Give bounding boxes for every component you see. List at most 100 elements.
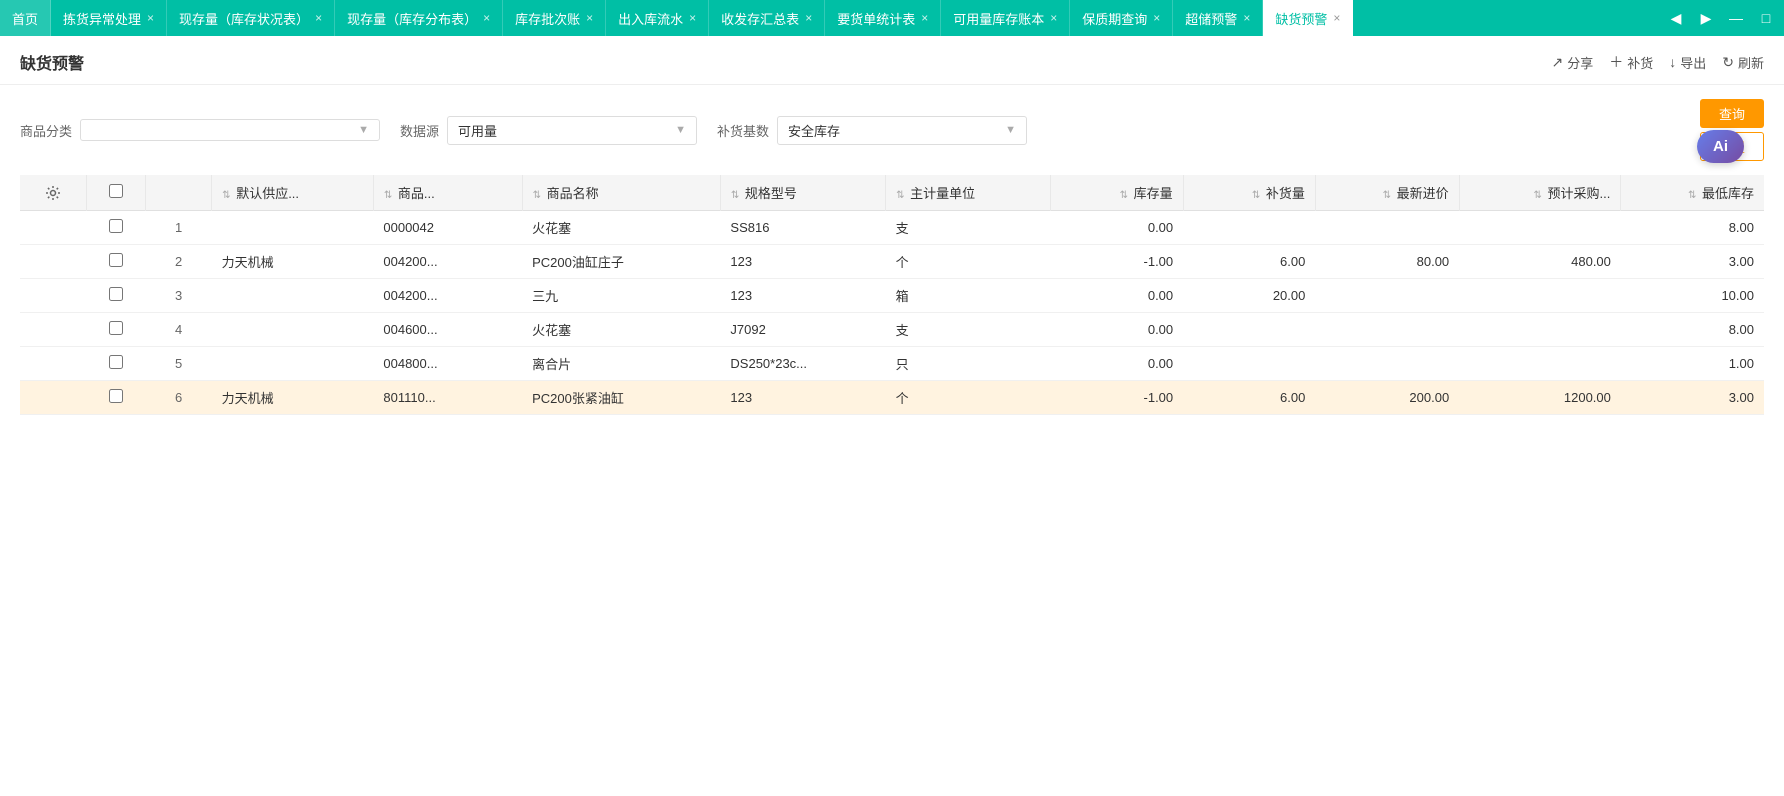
row-spec: 123 [720,279,885,313]
nav-next-button[interactable]: ▶ [1692,4,1720,32]
col-code-label: 商品... [398,186,435,201]
row-checkbox[interactable] [109,321,123,335]
row-latest-price [1315,347,1459,381]
row-checkbox[interactable] [109,287,123,301]
tab-inventory-status-label: 现存量（库存状况表） [179,9,309,28]
row-check-cell[interactable] [86,211,145,245]
row-name: PC200油缸庄子 [522,245,720,279]
tab-inventory-status-close[interactable]: × [315,11,322,25]
category-select[interactable]: ▼ [80,119,380,141]
tab-available-ledger-close[interactable]: × [1050,11,1057,25]
row-check-cell[interactable] [86,279,145,313]
row-settings-cell [20,313,86,347]
tab-shortage-warning-close[interactable]: × [1333,11,1340,25]
replenish-filter-label: 补货基数 [717,121,769,140]
col-header-forecast[interactable]: ⇅ 预计采购... [1459,175,1621,211]
tab-order-stats-close[interactable]: × [921,11,928,25]
table-row: 5 004800... 离合片 DS250*23c... 只 0.00 1.00 [20,347,1764,381]
row-check-cell[interactable] [86,347,145,381]
row-min-stock: 3.00 [1621,381,1764,415]
tab-batch-account-close[interactable]: × [586,11,593,25]
select-all-checkbox[interactable] [109,184,123,198]
row-spec: J7092 [720,313,885,347]
tab-available-ledger[interactable]: 可用量库存账本 × [941,0,1070,36]
row-check-cell[interactable] [86,245,145,279]
row-latest-price [1315,279,1459,313]
row-check-cell[interactable] [86,313,145,347]
replenish-button[interactable]: ＋ 补货 [1609,52,1653,72]
tab-shortage-warning[interactable]: 缺货预警 × [1263,0,1353,36]
tab-expiry-query-close[interactable]: × [1153,11,1160,25]
col-header-spec[interactable]: ⇅ 规格型号 [720,175,885,211]
tab-pick-exception[interactable]: 拣货异常处理 × [51,0,167,36]
row-checkbox[interactable] [109,253,123,267]
tab-summary-close[interactable]: × [805,11,812,25]
col-minstock-label: 最低库存 [1702,186,1754,201]
query-button[interactable]: 查询 [1700,99,1764,128]
row-unit: 支 [886,211,1051,245]
nav-prev-button[interactable]: ◀ [1662,4,1690,32]
row-check-cell[interactable] [86,381,145,415]
row-stock: 0.00 [1051,347,1183,381]
replenish-select-arrow-icon: ▼ [1005,124,1016,136]
row-settings-cell [20,279,86,313]
row-num: 1 [146,211,212,245]
nav-minimize-button[interactable]: — [1722,4,1750,32]
col-price-label: 最新进价 [1397,186,1449,201]
col-header-replenish[interactable]: ⇅ 补货量 [1183,175,1315,211]
col-header-price[interactable]: ⇅ 最新进价 [1315,175,1459,211]
col-header-settings[interactable] [20,175,86,211]
tab-order-stats[interactable]: 要货单统计表 × [825,0,941,36]
row-min-stock: 1.00 [1621,347,1764,381]
tab-summary[interactable]: 收发存汇总表 × [709,0,825,36]
row-supplier: 力天机械 [212,381,374,415]
row-checkbox[interactable] [109,389,123,403]
table-row: 2 力天机械 004200... PC200油缸庄子 123 个 -1.00 6… [20,245,1764,279]
col-header-unit[interactable]: ⇅ 主计量单位 [886,175,1051,211]
row-checkbox[interactable] [109,219,123,233]
col-header-num [146,175,212,211]
tab-batch-account[interactable]: 库存批次账 × [503,0,606,36]
col-header-code[interactable]: ⇅ 商品... [373,175,522,211]
stock-sort-icon: ⇅ [1120,190,1128,201]
tab-inout-flow[interactable]: 出入库流水 × [606,0,709,36]
col-header-supplier[interactable]: ⇅ 默认供应... [212,175,374,211]
replenish-select[interactable]: 安全库存 ▼ [777,116,1027,145]
category-filter-group: 商品分类 ▼ [20,119,380,141]
col-replenish-label: 补货量 [1266,186,1305,201]
row-num: 3 [146,279,212,313]
tab-inout-flow-close[interactable]: × [689,11,696,25]
tab-pick-exception-close[interactable]: × [147,11,154,25]
tab-inventory-dist[interactable]: 现存量（库存分布表） × [335,0,503,36]
tab-expiry-query[interactable]: 保质期查询 × [1070,0,1173,36]
row-settings-cell [20,381,86,415]
row-num: 6 [146,381,212,415]
tab-overstock-warning[interactable]: 超储预警 × [1173,0,1263,36]
replenish-label: 补货 [1627,53,1653,72]
tab-inventory-status[interactable]: 现存量（库存状况表） × [167,0,335,36]
col-header-minstock[interactable]: ⇅ 最低库存 [1621,175,1764,211]
row-unit: 个 [886,381,1051,415]
col-header-stock[interactable]: ⇅ 库存量 [1051,175,1183,211]
col-header-check[interactable] [86,175,145,211]
page-header: 缺货预警 ↗ 分享 ＋ 补货 ↓ 导出 ↻ 刷新 [0,36,1784,85]
row-checkbox[interactable] [109,355,123,369]
tab-home[interactable]: 首页 [0,0,51,36]
datasource-select[interactable]: 可用量 ▼ [447,116,697,145]
refresh-button[interactable]: ↻ 刷新 [1722,53,1764,72]
row-latest-price [1315,313,1459,347]
export-button[interactable]: ↓ 导出 [1669,53,1706,72]
tab-inventory-dist-close[interactable]: × [483,11,490,25]
row-latest-price: 80.00 [1315,245,1459,279]
tab-overstock-warning-close[interactable]: × [1243,11,1250,25]
nav-maximize-button[interactable]: □ [1752,4,1780,32]
tab-shortage-warning-label: 缺货预警 [1275,9,1327,28]
ai-assistant-badge[interactable]: Ai [1697,130,1744,163]
table-row: 6 力天机械 801110... PC200张紧油缸 123 个 -1.00 6… [20,381,1764,415]
tab-overstock-warning-label: 超储预警 [1185,9,1237,28]
col-spec-label: 规格型号 [745,186,797,201]
col-header-name[interactable]: ⇅ 商品名称 [522,175,720,211]
share-button[interactable]: ↗ 分享 [1551,53,1593,72]
row-spec: 123 [720,245,885,279]
row-name: 离合片 [522,347,720,381]
